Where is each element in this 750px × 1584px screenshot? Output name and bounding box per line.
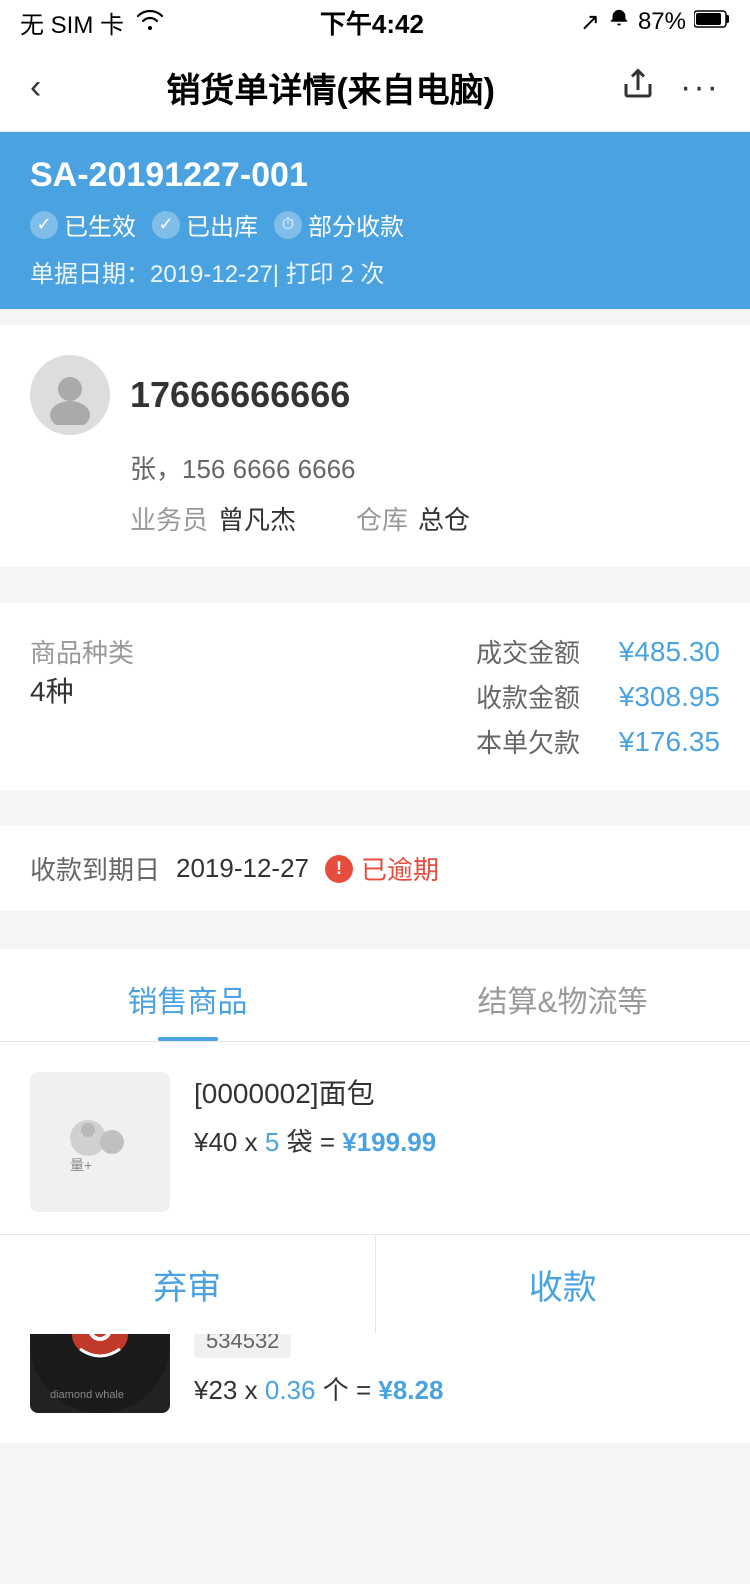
received-row: 收款金额 ¥308.95 <box>476 678 720 715</box>
due-date-section: 收款到期日 2019-12-27 ! 已逾期 <box>0 826 750 911</box>
status-bar-time: 下午4:42 <box>320 4 424 41</box>
tabs-section: 销售商品 结算&物流等 <box>0 949 750 1042</box>
product-price-2: ¥23 x 0.36 个 = ¥8.28 <box>194 1370 720 1407</box>
more-button[interactable]: ··· <box>680 68 720 107</box>
share-button[interactable] <box>620 66 656 109</box>
nav-actions: ··· <box>620 66 720 109</box>
carrier-text: 无 SIM 卡 <box>20 5 124 40</box>
order-header: SA-20191227-001 ✓ 已生效 ✓ 已出库 ⏱ 部分收款 单据日期：… <box>0 132 750 309</box>
product-thumb-1: 量+ <box>30 1072 170 1212</box>
check-icon-2: ✓ <box>152 211 180 239</box>
customer-section: 17666666666 张，156 6666 6666 业务员 曾凡杰 仓库 总… <box>0 325 750 567</box>
product-qty-1: 5 <box>265 1127 279 1157</box>
salesperson-info: 业务员 曾凡杰 <box>130 500 296 537</box>
owed-row: 本单欠款 ¥176.35 <box>476 723 720 760</box>
badge-partial-payment: ⏱ 部分收款 <box>274 207 404 242</box>
customer-meta: 业务员 曾凡杰 仓库 总仓 <box>30 500 720 537</box>
order-badges: ✓ 已生效 ✓ 已出库 ⏱ 部分收款 <box>30 207 720 242</box>
overdue-text: 已逾期 <box>361 850 439 887</box>
salesperson-label: 业务员 <box>130 500 208 537</box>
product-name-1: [0000002]面包 <box>194 1072 720 1112</box>
due-date-label: 收款到期日 <box>30 850 160 887</box>
customer-avatar <box>30 355 110 435</box>
divider-3 <box>0 810 750 826</box>
customer-contact: 张，156 6666 6666 <box>30 449 720 486</box>
check-icon-1: ✓ <box>30 211 58 239</box>
warehouse-label: 仓库 <box>356 500 408 537</box>
cancel-review-button[interactable]: 弃审 <box>0 1235 376 1334</box>
divider-2 <box>0 587 750 603</box>
product-total-2: ¥8.28 <box>378 1375 443 1405</box>
order-id: SA-20191227-001 <box>30 156 720 195</box>
amount-label: 成交金额 <box>476 633 580 670</box>
svg-text:diamond whale: diamond whale <box>50 1389 124 1401</box>
summary-section: 商品种类 4种 成交金额 ¥485.30 收款金额 ¥308.95 本单欠款 ¥… <box>0 603 750 790</box>
back-button[interactable]: ‹ <box>30 68 41 107</box>
divider-4 <box>0 931 750 947</box>
status-bar-right: ↗ 87% <box>580 8 730 37</box>
badge-effective: ✓ 已生效 <box>30 207 136 242</box>
status-bar-left: 无 SIM 卡 <box>20 5 164 40</box>
divider-1 <box>0 309 750 325</box>
amount-value: ¥485.30 <box>600 636 720 668</box>
product-info-1: [0000002]面包 ¥40 x 5 袋 = ¥199.99 <box>194 1072 720 1159</box>
clock-icon: ⏱ <box>274 211 302 239</box>
bottom-bar: 弃审 收款 <box>0 1234 750 1334</box>
amount-row: 成交金额 ¥485.30 <box>476 633 720 670</box>
wifi-icon <box>136 8 164 37</box>
svg-text:量+: 量+ <box>70 1157 92 1173</box>
received-label: 收款金额 <box>476 678 580 715</box>
product-total-1: ¥199.99 <box>342 1127 436 1157</box>
badge-shipped: ✓ 已出库 <box>152 207 258 242</box>
warehouse-value: 总仓 <box>418 500 470 537</box>
battery-text: 87% <box>638 8 686 36</box>
category-label: 商品种类 <box>30 633 134 670</box>
collect-payment-button[interactable]: 收款 <box>376 1235 750 1334</box>
tab-products[interactable]: 销售商品 <box>0 949 375 1041</box>
product-price-1: ¥40 x 5 袋 = ¥199.99 <box>194 1122 720 1159</box>
summary-left: 商品种类 4种 <box>30 633 134 710</box>
salesperson-value: 曾凡杰 <box>218 500 296 537</box>
location-icon: ↗ <box>580 8 600 37</box>
status-bar: 无 SIM 卡 下午4:42 ↗ 87% <box>0 0 750 44</box>
overdue-badge: ! 已逾期 <box>325 850 439 887</box>
customer-top: 17666666666 <box>30 355 720 435</box>
nav-bar: ‹ 销货单详情(来自电脑) ··· <box>0 44 750 132</box>
summary-right: 成交金额 ¥485.30 收款金额 ¥308.95 本单欠款 ¥176.35 <box>476 633 720 760</box>
page-title: 销货单详情(来自电脑) <box>166 63 495 112</box>
product-qty-2: 0.36 <box>265 1375 316 1405</box>
owed-label: 本单欠款 <box>476 723 580 760</box>
category-value: 4种 <box>30 670 134 710</box>
owed-value: ¥176.35 <box>600 726 720 758</box>
tab-settlement[interactable]: 结算&物流等 <box>375 949 750 1041</box>
customer-id: 17666666666 <box>130 374 350 416</box>
due-date-value: 2019-12-27 <box>176 853 309 884</box>
alarm-icon <box>608 8 630 37</box>
order-date-info: 单据日期：2019-12-27| 打印 2 次 <box>30 254 720 289</box>
battery-icon <box>694 8 730 36</box>
warehouse-info: 仓库 总仓 <box>356 500 470 537</box>
received-value: ¥308.95 <box>600 681 720 713</box>
overdue-icon: ! <box>325 855 353 883</box>
product-item-1: 量+ [0000002]面包 ¥40 x 5 袋 = ¥199.99 <box>0 1042 750 1243</box>
